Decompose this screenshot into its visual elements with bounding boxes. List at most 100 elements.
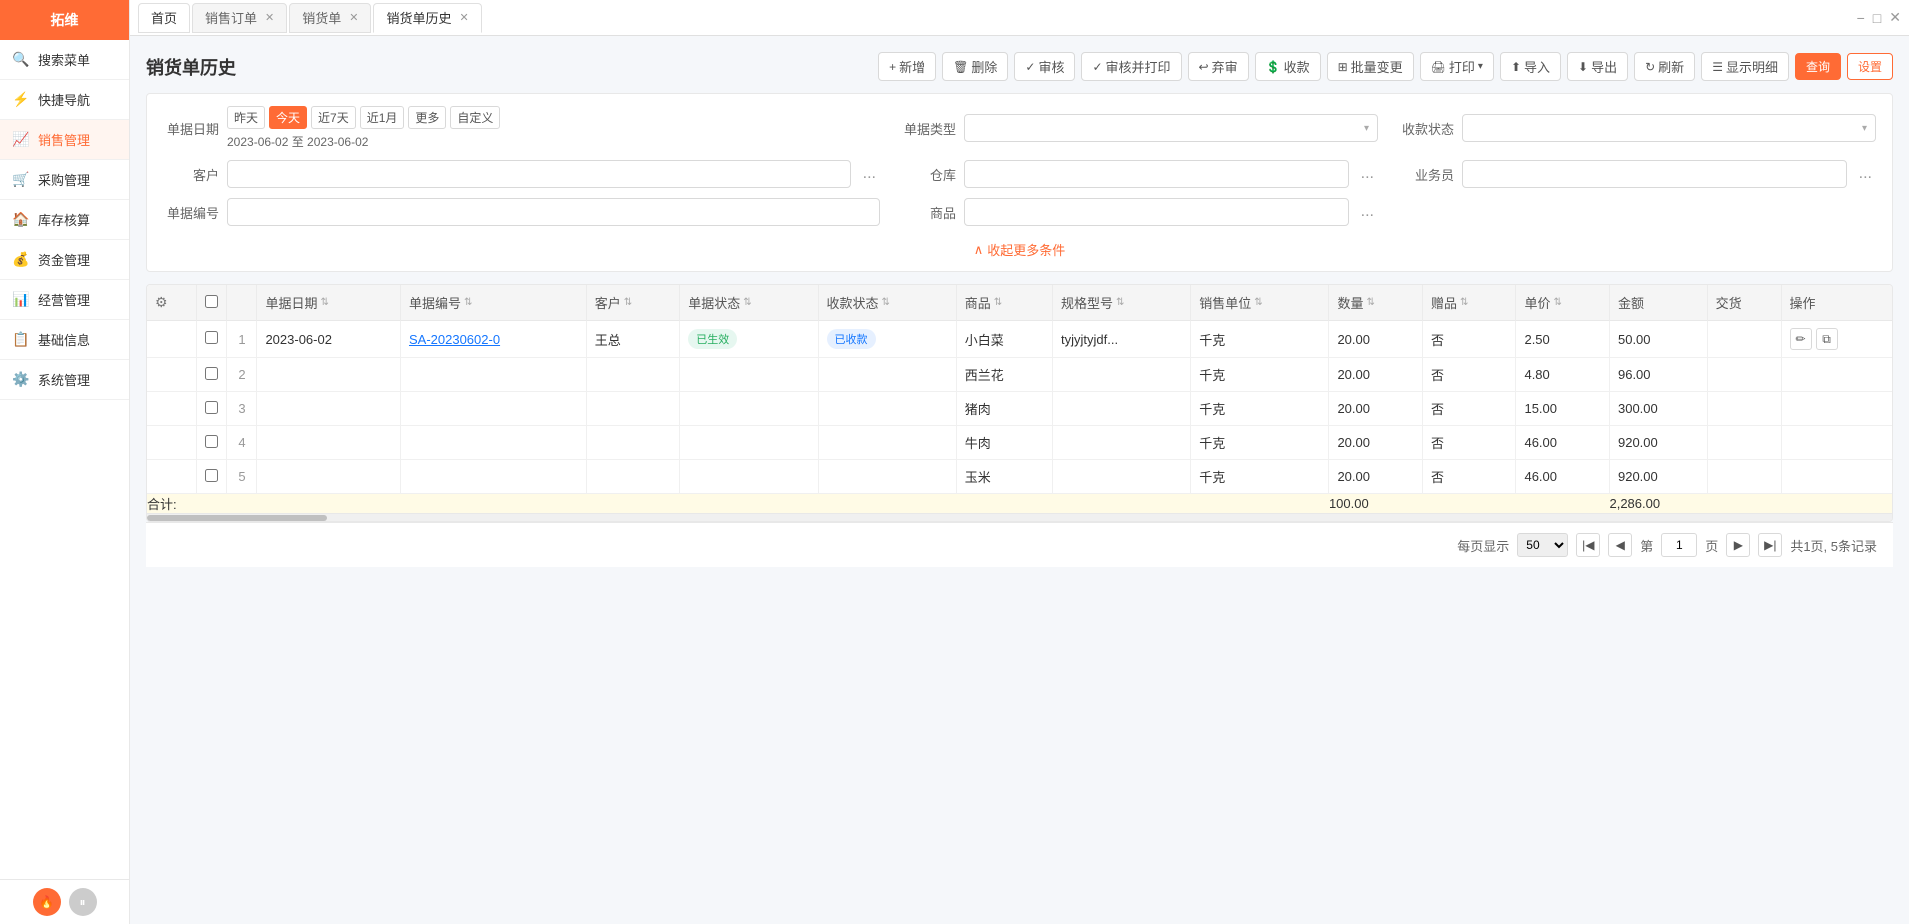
tab-sales-invoice[interactable]: 销货单 ✕ <box>289 3 371 33</box>
th-qty[interactable]: 数量 ⇅ <box>1329 285 1423 321</box>
shortcut-custom[interactable]: 自定义 <box>450 106 500 129</box>
tab-close-sales-history[interactable]: ✕ <box>460 11 469 24</box>
row-checkbox[interactable] <box>205 401 218 414</box>
th-spec[interactable]: 规格型号 ⇅ <box>1053 285 1191 321</box>
edit-button[interactable]: ✏ <box>1790 328 1812 350</box>
purchase-icon: 🛒 <box>12 171 30 189</box>
batch-change-button[interactable]: ⊞ 批量变更 <box>1327 52 1414 81</box>
settings-button[interactable]: 设置 <box>1847 53 1893 80</box>
select-all-checkbox[interactable] <box>205 295 218 308</box>
customer-dots[interactable]: ... <box>859 165 880 183</box>
last-page-button[interactable]: ▶| <box>1758 533 1782 557</box>
prev-page-button[interactable]: ◀ <box>1608 533 1632 557</box>
collapse-row: ∧ 收起更多条件 <box>163 236 1876 259</box>
page-size-select[interactable]: 50 100 200 <box>1517 533 1568 557</box>
th-gift[interactable]: 赠品 ⇅ <box>1422 285 1516 321</box>
shortcut-last-month[interactable]: 近1月 <box>360 106 405 129</box>
sidebar-item-finance[interactable]: 💰 资金管理 <box>0 240 129 280</box>
th-goods[interactable]: 商品 ⇅ <box>956 285 1052 321</box>
sidebar-bottom: 🔥 ⏸ <box>0 879 129 924</box>
audit-print-button[interactable]: ✓ 审核并打印 <box>1081 52 1181 81</box>
collect-button[interactable]: 💲 收款 <box>1255 52 1321 81</box>
print-button[interactable]: 🖨 打印 ▾ <box>1420 52 1494 81</box>
cell-amount: 96.00 <box>1609 358 1707 392</box>
cell-transaction <box>1707 392 1781 426</box>
th-unit-price[interactable]: 单价 ⇅ <box>1516 285 1610 321</box>
doc-no-input[interactable] <box>227 198 880 226</box>
cell-checkbox[interactable] <box>197 321 227 358</box>
salesperson-dots[interactable]: ... <box>1855 165 1876 183</box>
row-checkbox[interactable] <box>205 367 218 380</box>
import-button[interactable]: ⬆ 导入 <box>1500 52 1561 81</box>
warehouse-dots[interactable]: ... <box>1357 165 1378 183</box>
cell-checkbox[interactable] <box>197 358 227 392</box>
audit-button[interactable]: ✓ 审核 <box>1014 52 1075 81</box>
customer-input[interactable] <box>227 160 851 188</box>
cell-date: 2023-06-02 <box>257 321 401 358</box>
cell-checkbox[interactable] <box>197 460 227 494</box>
sidebar-bottom-btn1[interactable]: 🔥 <box>33 888 61 916</box>
abandon-button[interactable]: ↩ 弃审 <box>1188 52 1249 81</box>
sidebar-item-operations[interactable]: 📊 经营管理 <box>0 280 129 320</box>
sidebar-item-quick-nav[interactable]: ⚡ 快捷导航 <box>0 80 129 120</box>
export-button[interactable]: ⬇ 导出 <box>1567 52 1628 81</box>
th-settings[interactable]: ⚙ <box>147 285 197 321</box>
payment-status-select[interactable]: ▾ <box>1462 114 1876 142</box>
table-settings-icon[interactable]: ⚙ <box>155 294 168 310</box>
copy-button[interactable]: ⧉ <box>1816 328 1838 350</box>
salesperson-input[interactable] <box>1462 160 1847 188</box>
show-detail-button[interactable]: ☰ 显示明细 <box>1701 52 1789 81</box>
shortcut-last7[interactable]: 近7天 <box>311 106 356 129</box>
tabs-maximize-icon[interactable]: □ <box>1873 10 1881 26</box>
sidebar-item-search[interactable]: 🔍 搜索菜单 <box>0 40 129 80</box>
tabs-close-icon[interactable]: ✕ <box>1889 9 1901 26</box>
cell-checkbox[interactable] <box>197 392 227 426</box>
warehouse-input[interactable] <box>964 160 1349 188</box>
page-header: 销货单历史 + 新增 🗑 删除 ✓ 审核 ✓ 审核并打印 <box>146 52 1893 81</box>
next-page-button[interactable]: ▶ <box>1726 533 1750 557</box>
table-scrollbar-thumb[interactable] <box>147 515 327 521</box>
doc-type-select[interactable]: ▾ <box>964 114 1378 142</box>
th-date[interactable]: 单据日期 ⇅ <box>257 285 401 321</box>
th-sales-unit[interactable]: 销售单位 ⇅ <box>1191 285 1329 321</box>
goods-input[interactable] <box>964 198 1349 226</box>
tab-sales-order[interactable]: 销售订单 ✕ <box>192 3 287 33</box>
table-row: 2西兰花千克20.00否4.8096.00 <box>147 358 1892 392</box>
sidebar-item-sales-mgmt[interactable]: 📈 销售管理 <box>0 120 129 160</box>
sidebar-item-inventory[interactable]: 🏠 库存核算 <box>0 200 129 240</box>
tab-home[interactable]: 首页 <box>138 3 190 33</box>
tabs-minimize-icon[interactable]: − <box>1857 10 1865 26</box>
shortcut-more[interactable]: 更多 <box>408 106 446 129</box>
cell-amount: 300.00 <box>1609 392 1707 426</box>
tab-close-sales-order[interactable]: ✕ <box>265 11 274 24</box>
table-scrollbar[interactable] <box>147 513 1892 521</box>
cell-checkbox[interactable] <box>197 426 227 460</box>
refresh-button[interactable]: ↻ 刷新 <box>1634 52 1695 81</box>
query-button[interactable]: 查询 <box>1795 53 1841 80</box>
sidebar-item-purchase-mgmt[interactable]: 🛒 采购管理 <box>0 160 129 200</box>
th-payment-status[interactable]: 收款状态 ⇅ <box>818 285 956 321</box>
sidebar-bottom-btn2[interactable]: ⏸ <box>69 888 97 916</box>
delete-button[interactable]: 🗑 删除 <box>942 52 1008 81</box>
row-checkbox[interactable] <box>205 331 218 344</box>
th-customer[interactable]: 客户 ⇅ <box>586 285 680 321</box>
collect-icon: 💲 <box>1266 60 1281 74</box>
first-page-button[interactable]: |◀ <box>1576 533 1600 557</box>
page-input[interactable]: 1 <box>1661 533 1697 557</box>
sidebar-item-system[interactable]: ⚙️ 系统管理 <box>0 360 129 400</box>
shortcut-yesterday[interactable]: 昨天 <box>227 106 265 129</box>
cell-doc-no[interactable]: SA-20230602-0 <box>400 321 586 358</box>
collapse-button[interactable]: ∧ 收起更多条件 <box>974 240 1066 259</box>
row-checkbox[interactable] <box>205 435 218 448</box>
goods-dots[interactable]: ... <box>1357 203 1378 221</box>
doc-no-link[interactable]: SA-20230602-0 <box>409 332 500 347</box>
shortcut-today[interactable]: 今天 <box>269 106 307 129</box>
sidebar-item-basic-info[interactable]: 📋 基础信息 <box>0 320 129 360</box>
tabs-right-actions: − □ ✕ <box>1857 9 1901 26</box>
tab-sales-history[interactable]: 销货单历史 ✕ <box>373 3 481 33</box>
th-doc-status[interactable]: 单据状态 ⇅ <box>680 285 818 321</box>
new-button[interactable]: + 新增 <box>878 52 936 81</box>
row-checkbox[interactable] <box>205 469 218 482</box>
tab-close-sales-invoice[interactable]: ✕ <box>349 11 358 24</box>
th-doc-no[interactable]: 单据编号 ⇅ <box>400 285 586 321</box>
